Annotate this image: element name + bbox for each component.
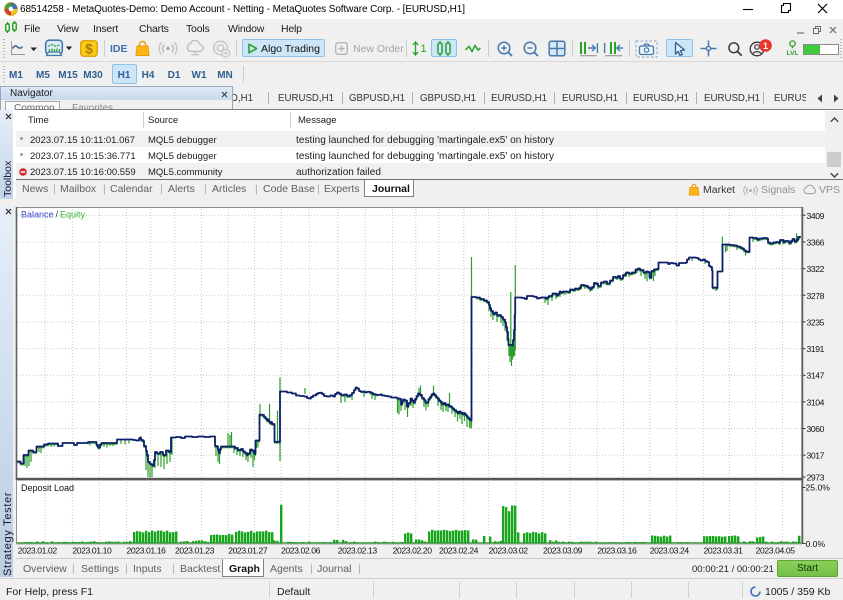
svg-text:2973: 2973: [807, 473, 825, 483]
svg-text:2023.01.23: 2023.01.23: [175, 546, 215, 556]
svg-text:0.0%: 0.0%: [806, 539, 826, 549]
svg-text:2023.03.31: 2023.03.31: [704, 546, 744, 556]
svg-text:2023.03.16: 2023.03.16: [597, 546, 637, 556]
svg-text:25.0%: 25.0%: [806, 483, 831, 493]
svg-text:Balance: Balance: [21, 210, 54, 220]
svg-text:2023.01.16: 2023.01.16: [127, 546, 167, 556]
svg-text:2023.04.05: 2023.04.05: [756, 546, 796, 556]
svg-text:1: 1: [763, 41, 768, 51]
svg-text:3060: 3060: [807, 424, 825, 434]
svg-text:2023.03.02: 2023.03.02: [489, 546, 529, 556]
svg-text:Deposit Load: Deposit Load: [21, 483, 74, 493]
svg-text:3409: 3409: [807, 211, 825, 221]
svg-text:3322: 3322: [807, 264, 825, 274]
svg-text:3191: 3191: [807, 344, 825, 354]
svg-text:3278: 3278: [807, 291, 825, 301]
svg-text:3017: 3017: [807, 451, 825, 461]
svg-text:2023.03.24: 2023.03.24: [650, 546, 690, 556]
svg-text:3366: 3366: [807, 238, 825, 248]
svg-text:LVL: LVL: [787, 50, 799, 56]
svg-text:$: $: [85, 42, 93, 57]
svg-text:Equity: Equity: [60, 210, 86, 220]
svg-text:3147: 3147: [807, 371, 825, 381]
svg-text:2023.02.24: 2023.02.24: [439, 546, 479, 556]
svg-text:2023.02.13: 2023.02.13: [338, 546, 378, 556]
svg-text:2023.01.27: 2023.01.27: [228, 546, 268, 556]
svg-text:3104: 3104: [807, 397, 825, 407]
svg-text:1: 1: [421, 43, 427, 55]
svg-text:3235: 3235: [807, 317, 825, 327]
svg-text:2023.03.09: 2023.03.09: [543, 546, 583, 556]
svg-text:2023.01.02: 2023.01.02: [18, 546, 58, 556]
svg-text:2023.02.20: 2023.02.20: [393, 546, 433, 556]
svg-text:2023.01.10: 2023.01.10: [72, 546, 112, 556]
svg-text:2023.02.06: 2023.02.06: [281, 546, 321, 556]
